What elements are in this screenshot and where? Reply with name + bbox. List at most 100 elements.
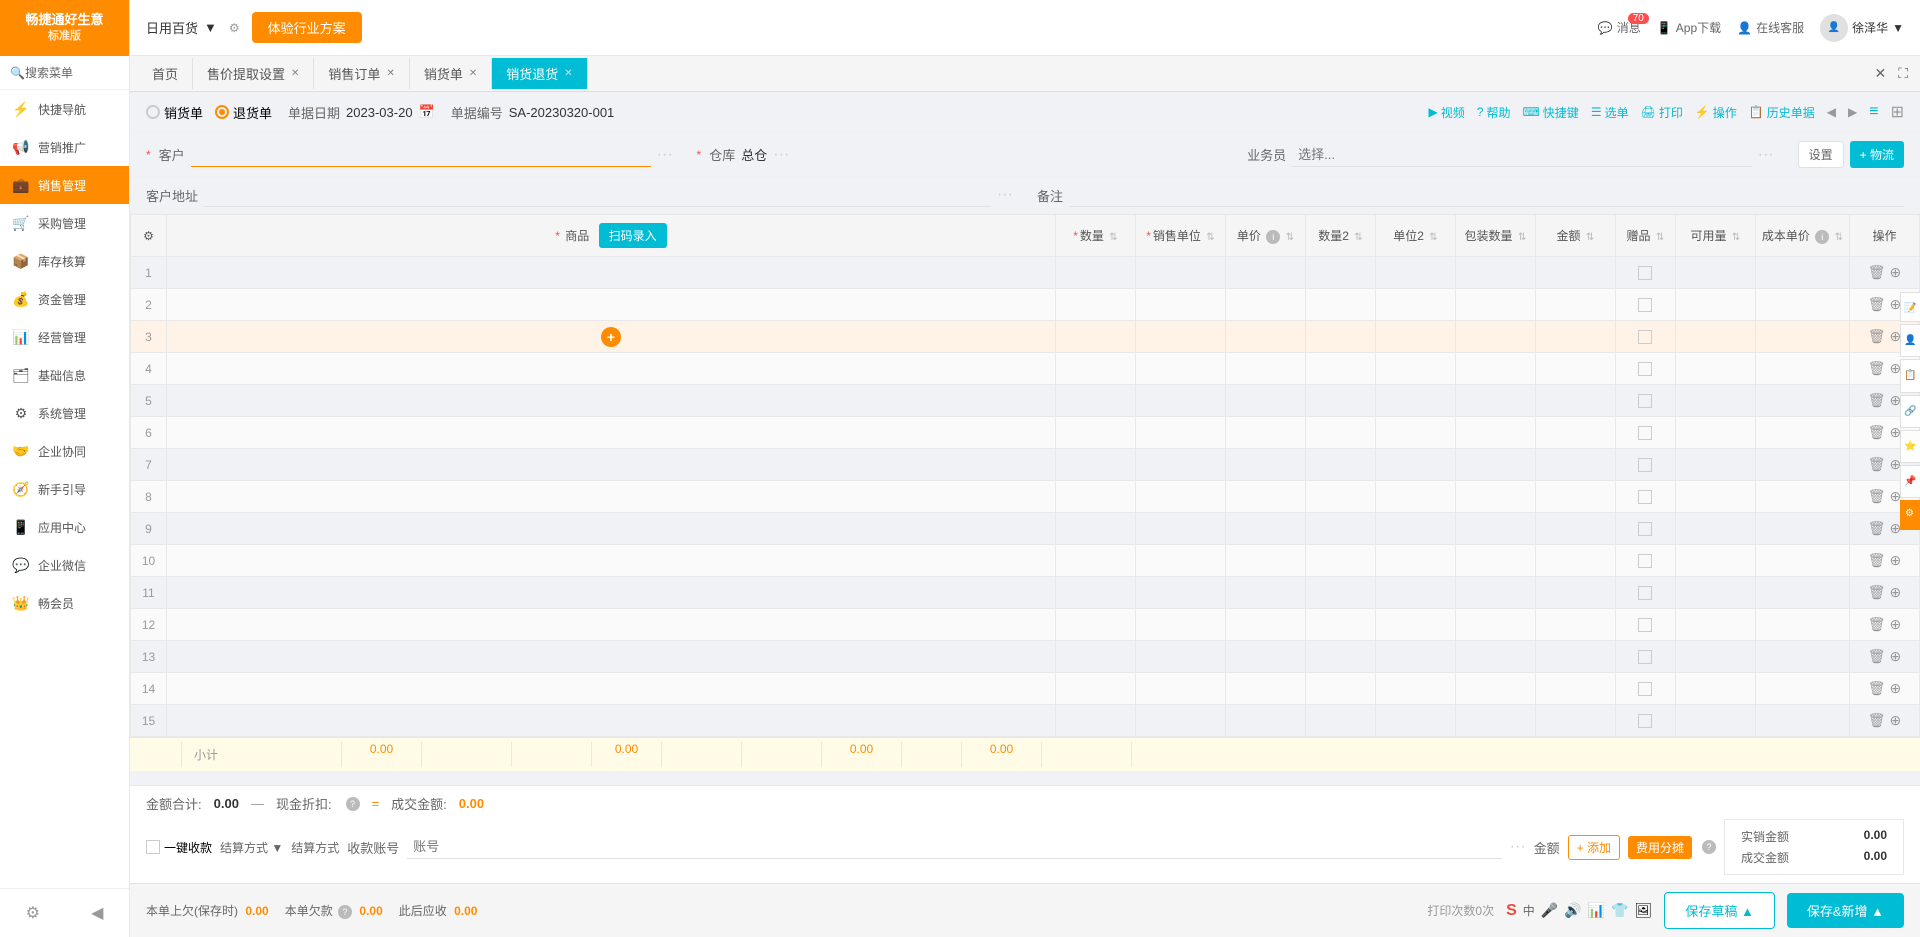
pkg-cell[interactable]: [1455, 289, 1535, 321]
goods-cell[interactable]: [167, 289, 1056, 321]
sidebar-item-member[interactable]: 👑 畅会员: [0, 584, 129, 622]
unit2-cell[interactable]: [1375, 545, 1455, 577]
delete-row-btn[interactable]: 🗑: [1868, 360, 1886, 377]
unit-sort-icon[interactable]: ⇅: [1206, 232, 1214, 243]
copy-row-btn[interactable]: ⊕: [1890, 616, 1902, 633]
qty2-cell[interactable]: [1305, 289, 1375, 321]
unit-cell[interactable]: [1135, 449, 1225, 481]
qty-cell[interactable]: [1055, 545, 1135, 577]
unit-cell[interactable]: [1135, 513, 1225, 545]
avail-cell[interactable]: [1675, 481, 1755, 513]
unit2-cell[interactable]: [1375, 353, 1455, 385]
avail-cell[interactable]: [1675, 705, 1755, 737]
help-link[interactable]: ? 帮助: [1477, 104, 1511, 121]
cost-cell[interactable]: [1755, 417, 1849, 449]
avail-cell[interactable]: [1675, 449, 1755, 481]
pkg-cell[interactable]: [1455, 545, 1535, 577]
sidebar-item-marketing[interactable]: 📢 营销推广: [0, 128, 129, 166]
pkg-sort-icon[interactable]: ⇅: [1518, 232, 1526, 243]
qty2-cell[interactable]: [1305, 385, 1375, 417]
cost-cell[interactable]: [1755, 449, 1849, 481]
warehouse-select-btn[interactable]: ···: [773, 146, 789, 164]
right-float-btn-6[interactable]: 📌: [1900, 465, 1920, 498]
qty-cell[interactable]: [1055, 385, 1135, 417]
gift-checkbox[interactable]: [1638, 682, 1652, 696]
sidebar-item-enterprise[interactable]: 🤝 企业协同: [0, 432, 129, 470]
gift-checkbox[interactable]: [1638, 522, 1652, 536]
price-cell[interactable]: [1225, 705, 1305, 737]
tab-expand-btn[interactable]: ⛶: [1894, 61, 1912, 86]
amount-cell[interactable]: [1535, 417, 1615, 449]
address-select-btn[interactable]: ···: [997, 186, 1013, 204]
cost-cell[interactable]: [1755, 577, 1849, 609]
gift-cell[interactable]: [1615, 321, 1675, 353]
qty2-cell[interactable]: [1305, 513, 1375, 545]
delete-row-btn[interactable]: 🗑: [1868, 680, 1886, 697]
sidebar-item-wechat[interactable]: 💬 企业微信: [0, 546, 129, 584]
price-cell[interactable]: [1225, 513, 1305, 545]
operate-btn[interactable]: ⚡ 操作: [1695, 104, 1737, 121]
cost-cell[interactable]: [1755, 481, 1849, 513]
unit-cell[interactable]: [1135, 641, 1225, 673]
amount-cell[interactable]: [1535, 321, 1615, 353]
price-cell[interactable]: [1225, 641, 1305, 673]
amount-cell[interactable]: [1535, 545, 1615, 577]
pkg-cell[interactable]: [1455, 577, 1535, 609]
qty-cell[interactable]: [1055, 705, 1135, 737]
app-download-btn[interactable]: 📱 App下载: [1657, 19, 1721, 36]
cost-cell[interactable]: [1755, 321, 1849, 353]
user-menu[interactable]: 👤 徐泽华 ▼: [1820, 14, 1904, 42]
avail-sort-icon[interactable]: ⇅: [1732, 232, 1740, 243]
unit2-cell[interactable]: [1375, 289, 1455, 321]
amount-cell[interactable]: [1535, 257, 1615, 289]
pkg-cell[interactable]: [1455, 321, 1535, 353]
amount-cell[interactable]: [1535, 353, 1615, 385]
cost-sort-icon[interactable]: ⇅: [1835, 232, 1843, 243]
gift-cell[interactable]: [1615, 641, 1675, 673]
account-select-btn[interactable]: ···: [1510, 838, 1526, 856]
cost-info-icon[interactable]: i: [1815, 230, 1829, 244]
cost-cell[interactable]: [1755, 705, 1849, 737]
online-service-btn[interactable]: 👤 在线客服: [1737, 19, 1804, 36]
tab-sales[interactable]: 销货单 ✕: [410, 58, 492, 89]
split-help-icon[interactable]: ?: [1702, 840, 1716, 854]
customer-input[interactable]: [191, 143, 651, 167]
qty2-cell[interactable]: [1305, 417, 1375, 449]
unit-cell[interactable]: [1135, 417, 1225, 449]
qty2-cell[interactable]: [1305, 609, 1375, 641]
add-item-btn[interactable]: + 添加: [1568, 835, 1620, 860]
qty2-cell[interactable]: [1305, 545, 1375, 577]
col-setting[interactable]: ⚙: [131, 215, 167, 257]
goods-cell[interactable]: [167, 353, 1056, 385]
goods-cell[interactable]: [167, 513, 1056, 545]
avail-cell[interactable]: [1675, 353, 1755, 385]
pkg-cell[interactable]: [1455, 705, 1535, 737]
goods-cell[interactable]: [167, 705, 1056, 737]
try-plan-button[interactable]: 体验行业方案: [252, 12, 362, 43]
nav-next-btn[interactable]: ▶: [1848, 105, 1857, 119]
pkg-cell[interactable]: [1455, 385, 1535, 417]
gift-sort-icon[interactable]: ⇅: [1656, 232, 1664, 243]
price-cell[interactable]: [1225, 353, 1305, 385]
one-click-checkbox[interactable]: 一键收款: [146, 839, 212, 856]
unit2-cell[interactable]: [1375, 257, 1455, 289]
sidebar-item-basic[interactable]: 🗂 基础信息: [0, 356, 129, 394]
tab-return[interactable]: 销货退货 ✕: [492, 58, 587, 89]
goods-cell[interactable]: [167, 545, 1056, 577]
pkg-cell[interactable]: [1455, 353, 1535, 385]
video-link[interactable]: ▶ 视频: [1429, 104, 1465, 121]
tab-close-sales[interactable]: ✕: [469, 68, 477, 79]
pkg-cell[interactable]: [1455, 257, 1535, 289]
tab-close-return[interactable]: ✕: [564, 68, 572, 79]
right-float-btn-2[interactable]: 👤: [1900, 324, 1920, 357]
delete-row-btn[interactable]: 🗑: [1868, 424, 1886, 441]
copy-row-btn[interactable]: ⊕: [1890, 680, 1902, 697]
delete-row-btn[interactable]: 🗑: [1868, 328, 1886, 345]
amount-sort-icon[interactable]: ⇅: [1586, 232, 1594, 243]
right-float-btn-7[interactable]: ⚙: [1900, 500, 1920, 530]
gift-cell[interactable]: [1615, 545, 1675, 577]
unit-cell[interactable]: [1135, 545, 1225, 577]
sidebar-item-apps[interactable]: 📱 应用中心: [0, 508, 129, 546]
price-cell[interactable]: [1225, 417, 1305, 449]
unit-cell[interactable]: [1135, 673, 1225, 705]
